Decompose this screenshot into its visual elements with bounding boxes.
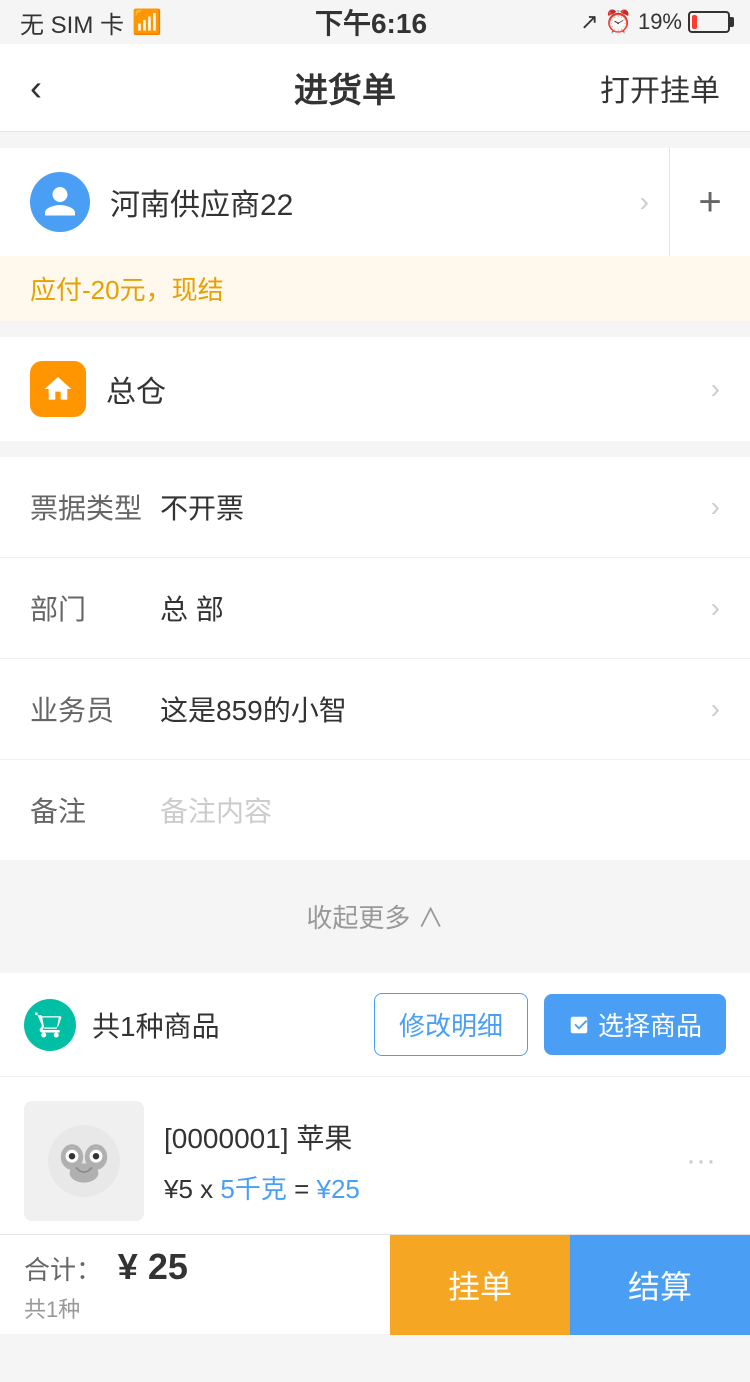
battery-percent: 19% — [638, 9, 682, 35]
cart-icon — [35, 1010, 65, 1040]
supplier-selector[interactable]: 河南供应商22 › — [0, 148, 670, 256]
select-product-button[interactable]: 选择商品 — [544, 994, 726, 1055]
invoice-type-label: 票据类型 — [30, 487, 160, 527]
status-bar: 无 SIM 卡 📶 下午6:16 ↗ ⏰ 19% — [0, 0, 750, 44]
hold-button[interactable]: 挂单 — [390, 1235, 570, 1335]
salesperson-row[interactable]: 业务员 这是859的小智 › — [0, 659, 750, 760]
remark-row[interactable]: 备注 备注内容 — [0, 760, 750, 860]
carrier-text: 无 SIM 卡 — [20, 5, 124, 40]
invoice-type-row[interactable]: 票据类型 不开票 › — [0, 457, 750, 558]
product-name: [0000001] 苹果 — [164, 1117, 676, 1157]
department-chevron-icon: › — [711, 592, 720, 624]
select-product-label: 选择商品 — [598, 1006, 702, 1043]
product-count-icon — [24, 999, 76, 1051]
warehouse-section[interactable]: 总仓 › — [0, 337, 750, 441]
wifi-icon: 📶 — [132, 8, 162, 37]
product-quantity: 5千克 — [220, 1174, 286, 1204]
product-section: 共1种商品 修改明细 选择商品 — [0, 973, 750, 1246]
salesperson-label: 业务员 — [30, 689, 160, 729]
invoice-type-value: 不开票 — [160, 487, 701, 527]
open-hold-button[interactable]: 打开挂单 — [600, 66, 720, 110]
status-left: 无 SIM 卡 📶 — [20, 5, 162, 40]
supplier-chevron-icon: › — [640, 186, 649, 218]
product-more-button[interactable]: ··· — [676, 1134, 726, 1188]
total-section: 合计： ¥ 25 共1种 — [0, 1246, 390, 1324]
product-count-label: 共1种商品 — [92, 1005, 374, 1045]
alarm-icon: ⏰ — [605, 9, 632, 35]
warehouse-name: 总仓 — [106, 367, 701, 411]
notice-text: 应付-20元，现结 — [30, 275, 224, 305]
add-supplier-button[interactable]: + — [670, 148, 750, 256]
product-item: [0000001] 苹果 ¥5 x 5千克 = ¥25 ··· — [0, 1077, 750, 1246]
remark-label: 备注 — [30, 790, 160, 830]
department-row[interactable]: 部门 总 部 › — [0, 558, 750, 659]
page-title: 进货单 — [294, 63, 396, 112]
product-header: 共1种商品 修改明细 选择商品 — [0, 973, 750, 1077]
warehouse-chevron-icon: › — [711, 373, 720, 405]
product-code: [0000001] — [164, 1123, 296, 1154]
warehouse-icon — [30, 361, 86, 417]
product-price: ¥5 — [164, 1174, 193, 1204]
back-button[interactable]: ‹ — [30, 67, 90, 109]
product-title: 苹果 — [296, 1123, 352, 1154]
salesperson-value: 这是859的小智 — [160, 689, 701, 729]
total-row: 合计： ¥ 25 — [24, 1246, 366, 1288]
form-section: 票据类型 不开票 › 部门 总 部 › 业务员 这是859的小智 › 备注 备注… — [0, 457, 750, 860]
supplier-avatar — [30, 172, 90, 232]
select-product-icon — [568, 1014, 590, 1036]
collapse-text[interactable]: 收起更多 ∧ — [306, 903, 443, 933]
nav-bar: ‹ 进货单 打开挂单 — [0, 44, 750, 132]
checkout-button[interactable]: 结算 — [570, 1235, 750, 1335]
supplier-name: 河南供应商22 — [110, 180, 630, 224]
home-icon — [42, 373, 74, 405]
product-multiply: x — [200, 1174, 220, 1204]
product-thumb-inner — [24, 1101, 144, 1221]
product-equals: = — [294, 1174, 316, 1204]
supplier-section: 河南供应商22 › + — [0, 148, 750, 256]
person-icon — [42, 184, 78, 220]
collapse-bar[interactable]: 收起更多 ∧ — [0, 876, 750, 957]
department-value: 总 部 — [160, 588, 701, 628]
main-content: 河南供应商22 › + 应付-20元，现结 总仓 › 票据类型 不开票 › 部门… — [0, 148, 750, 1382]
notice-bar: 应付-20元，现结 — [0, 256, 750, 321]
total-amount: ¥ 25 — [118, 1246, 188, 1287]
bottom-bar: 合计： ¥ 25 共1种 挂单 结算 — [0, 1234, 750, 1334]
product-price-row: ¥5 x 5千克 = ¥25 — [164, 1169, 676, 1206]
product-thumbnail — [24, 1101, 144, 1221]
status-time: 下午6:16 — [315, 2, 427, 42]
status-right: ↗ ⏰ 19% — [580, 9, 730, 35]
remark-placeholder: 备注内容 — [160, 790, 720, 830]
location-icon: ↗ — [580, 9, 598, 35]
department-label: 部门 — [30, 588, 160, 628]
total-count: 共1种 — [24, 1292, 366, 1324]
modify-detail-button[interactable]: 修改明细 — [374, 993, 528, 1056]
battery-icon — [688, 11, 730, 33]
product-info: [0000001] 苹果 ¥5 x 5千克 = ¥25 — [164, 1117, 676, 1206]
product-image — [44, 1121, 124, 1201]
total-label: 合计： — [24, 1255, 102, 1285]
salesperson-chevron-icon: › — [711, 693, 720, 725]
invoice-type-chevron-icon: › — [711, 491, 720, 523]
battery-fill — [692, 15, 697, 29]
product-total: ¥25 — [317, 1174, 360, 1204]
